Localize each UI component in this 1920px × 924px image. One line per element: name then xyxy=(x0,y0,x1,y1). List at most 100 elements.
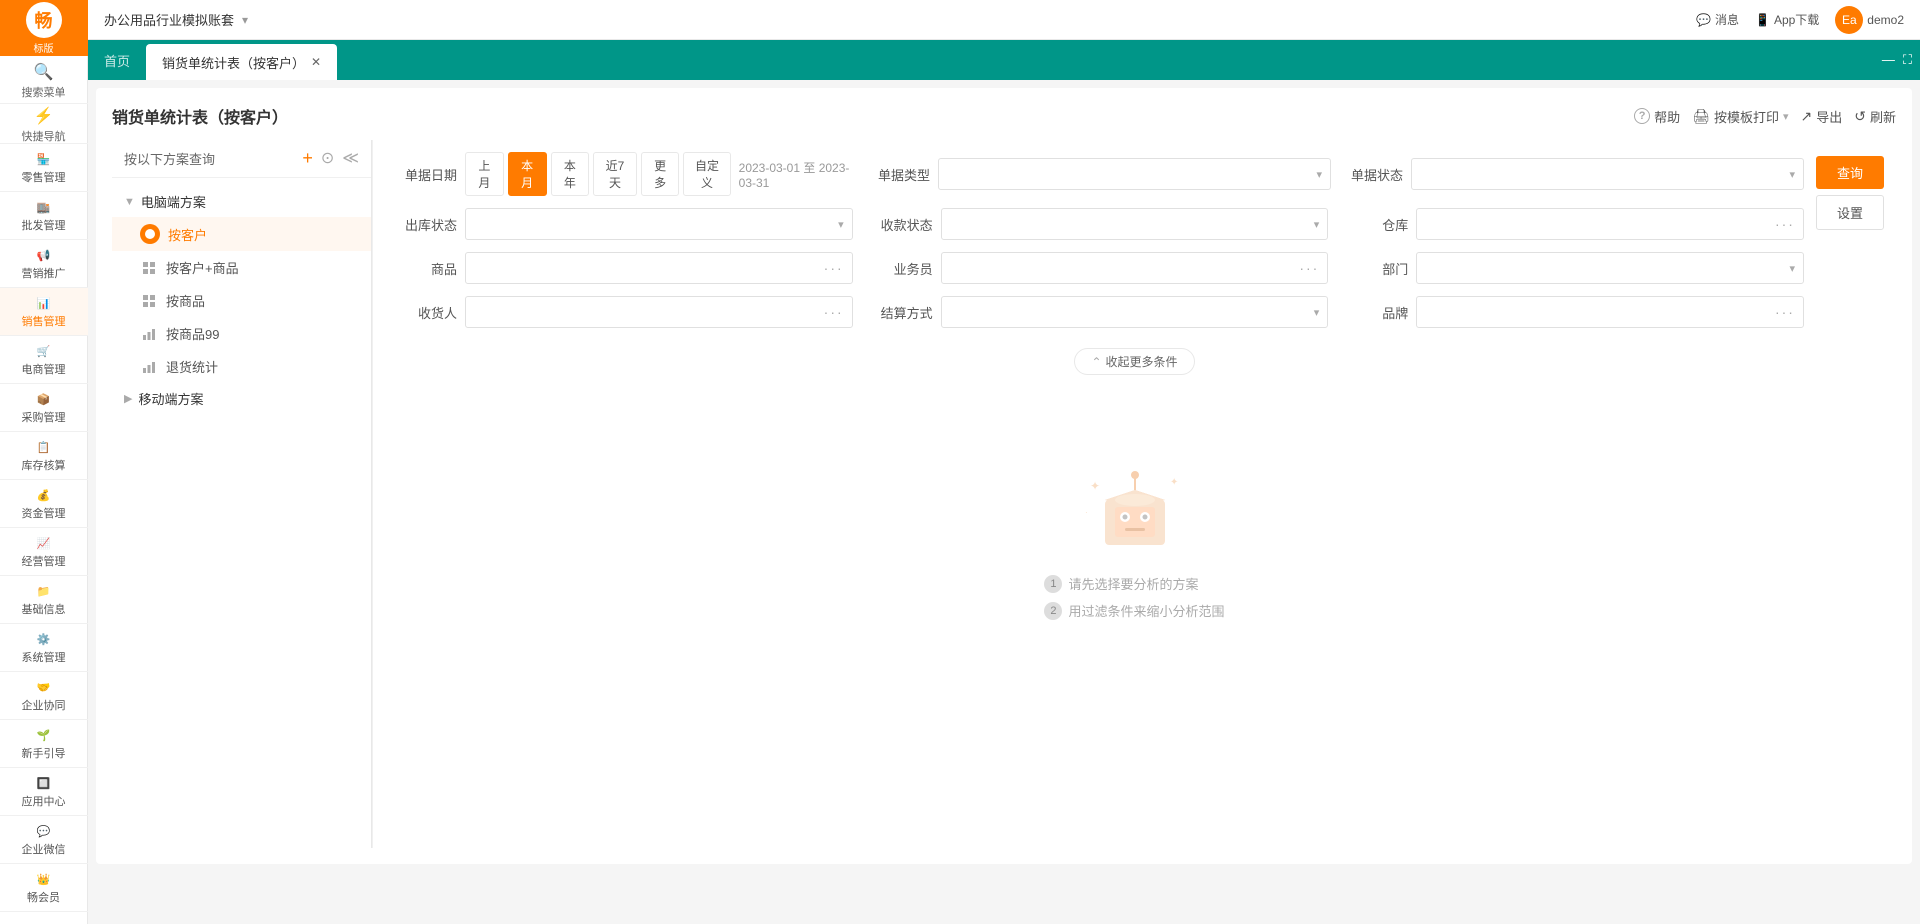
wholesale-label: 批发管理 xyxy=(22,217,66,233)
tab-close-icon[interactable]: ✕ xyxy=(311,55,321,69)
tab-sales-stats[interactable]: 销货单统计表（按客户） ✕ xyxy=(146,44,337,80)
refresh-button[interactable]: ↺ 刷新 xyxy=(1854,107,1896,126)
warehouse-dots: ··· xyxy=(1775,216,1795,232)
empty-tip-2: 2 用过滤条件来缩小分析范围 xyxy=(1044,601,1224,620)
nav-icon: ⚡ xyxy=(34,106,54,126)
sidebar-search[interactable]: 🔍 搜索菜单 xyxy=(0,56,88,104)
date-btn-more[interactable]: 更多 xyxy=(641,152,680,196)
empty-tip-1-text: 请先选择要分析的方案 xyxy=(1068,574,1198,593)
tree-section: ▼ 电脑端方案 按客户 xyxy=(112,178,371,422)
doc-status-label: 单据状态 xyxy=(1331,165,1411,184)
system-icon: ⚙️ xyxy=(37,633,51,646)
empty-illustration: ✦ ✦ · xyxy=(1075,455,1195,558)
sidebar-item-apps[interactable]: 🔲 应用中心 xyxy=(0,768,88,816)
department-arrow: ▾ xyxy=(1789,262,1795,275)
product-select[interactable]: ··· xyxy=(465,252,853,284)
tree-group-mobile-header[interactable]: ▶ 移动端方案 xyxy=(112,383,371,414)
doc-type-select[interactable]: ▾ xyxy=(938,158,1331,190)
tree-item-return-stats[interactable]: 退货统计 xyxy=(112,350,371,383)
sidebar-item-enterprise[interactable]: 🤝 企业协同 xyxy=(0,672,88,720)
tree-mobile-expand-icon: ▶ xyxy=(124,392,132,405)
svg-text:✦: ✦ xyxy=(1170,477,1178,488)
tree-item-by-customer[interactable]: 按客户 xyxy=(112,217,371,251)
brand-select[interactable]: ··· xyxy=(1416,296,1804,328)
date-btn-last-month[interactable]: 上月 xyxy=(465,152,504,196)
sidebar-item-retail[interactable]: 🏪 零售管理 xyxy=(0,144,88,192)
tree-item-by-product[interactable]: 按商品 xyxy=(112,284,371,317)
search-icon: 🔍 xyxy=(34,62,54,82)
add-scheme-button[interactable]: + xyxy=(302,148,313,169)
warehouse-select[interactable]: ··· xyxy=(1416,208,1804,240)
sidebar-item-marketing[interactable]: 📢 营销推广 xyxy=(0,240,88,288)
date-btn-last7[interactable]: 近7天 xyxy=(593,152,636,196)
app-download-button[interactable]: 📱 App下载 xyxy=(1755,11,1819,28)
sidebar-item-system[interactable]: ⚙️ 系统管理 xyxy=(0,624,88,672)
message-button[interactable]: 💬 消息 xyxy=(1696,11,1739,28)
sidebar-item-purchase[interactable]: 📦 采购管理 xyxy=(0,384,88,432)
tree-group-mobile-label: 移动端方案 xyxy=(138,389,203,408)
collapse-button[interactable]: ⌃ 收起更多条件 xyxy=(1074,348,1194,375)
enterprise-label: 企业协同 xyxy=(22,697,66,713)
search-label: 搜索菜单 xyxy=(22,84,66,100)
user-profile[interactable]: Ea demo2 xyxy=(1835,6,1904,34)
settlement-arrow: ▾ xyxy=(1314,306,1320,319)
filter-row-4: 收货人 ··· 结算方式 xyxy=(385,296,1804,328)
sidebar-item-wholesale[interactable]: 🏬 批发管理 xyxy=(0,192,88,240)
sidebar-item-sales[interactable]: 📊 销售管理 xyxy=(0,288,88,336)
brand-dots: ··· xyxy=(1775,304,1795,320)
sidebar-item-inventory[interactable]: 📋 库存核算 xyxy=(0,432,88,480)
help-button[interactable]: ? 帮助 xyxy=(1634,107,1680,126)
settings-button[interactable]: 设置 xyxy=(1816,195,1884,230)
receiver-label: 收货人 xyxy=(385,303,465,322)
shipment-select[interactable]: ▾ xyxy=(465,208,853,240)
export-button[interactable]: ↗ 导出 xyxy=(1801,107,1843,126)
sidebar-item-ecommerce[interactable]: 🛒 电商管理 xyxy=(0,336,88,384)
settlement-select[interactable]: ▾ xyxy=(941,296,1329,328)
query-button[interactable]: 查询 xyxy=(1816,156,1884,189)
refresh-label: 刷新 xyxy=(1870,107,1896,126)
salesperson-select[interactable]: ··· xyxy=(941,252,1329,284)
date-btn-custom[interactable]: 自定义 xyxy=(683,152,730,196)
receiver-dots: ··· xyxy=(824,304,844,320)
nav-label: 快捷导航 xyxy=(22,128,66,144)
sidebar-item-basic[interactable]: 📁 基础信息 xyxy=(0,576,88,624)
date-btn-this-month[interactable]: 本月 xyxy=(508,152,547,196)
tab-home[interactable]: 首页 xyxy=(88,40,146,80)
enterprise-icon: 🤝 xyxy=(37,681,51,694)
wechat-icon: 💬 xyxy=(37,825,51,838)
filter-actions: 查询 设置 xyxy=(1804,152,1884,230)
sidebar-item-ops[interactable]: 📈 经营管理 xyxy=(0,528,88,576)
product-label: 商品 xyxy=(385,259,465,278)
tree-item-by-customer-product[interactable]: 按客户+商品 xyxy=(112,251,371,284)
warehouse-label: 仓库 xyxy=(1336,215,1416,234)
by-product-icon xyxy=(140,292,158,310)
filter-row-2: 出库状态 ▾ 收款状态 xyxy=(385,208,1804,240)
logo-subtext: 标版 xyxy=(34,40,54,55)
receiver-select[interactable]: ··· xyxy=(465,296,853,328)
department-select[interactable]: ▾ xyxy=(1416,252,1804,284)
export-label: 导出 xyxy=(1816,107,1842,126)
help-icon: ? xyxy=(1634,108,1650,124)
sidebar-item-wechat[interactable]: 💬 企业微信 xyxy=(0,816,88,864)
app-logo[interactable]: 畅 标版 xyxy=(0,0,88,56)
header-title: 办公用品行业模拟账套 xyxy=(104,10,234,29)
tree-item-by-product99[interactable]: 按商品99 xyxy=(112,317,371,350)
tab-maximize-icon[interactable]: ⛶ xyxy=(1903,52,1912,68)
department-control: ▾ xyxy=(1416,252,1804,284)
page-title: 销货单统计表（按客户） xyxy=(112,104,288,128)
tree-group-desktop-header[interactable]: ▼ 电脑端方案 xyxy=(112,186,371,217)
right-panel: 单据日期 上月 本月 本年 近7天 更多 自定义 xyxy=(373,140,1896,848)
date-btn-this-year[interactable]: 本年 xyxy=(551,152,590,196)
settings-scheme-button[interactable]: ⊙ xyxy=(321,148,334,169)
sidebar-item-finance[interactable]: 💰 资金管理 xyxy=(0,480,88,528)
sidebar-item-member[interactable]: 👑 畅会员 xyxy=(0,864,88,912)
header-dropdown[interactable]: ▾ xyxy=(242,13,248,27)
svg-text:✦: ✦ xyxy=(1090,479,1100,493)
collapse-panel-button[interactable]: ≪ xyxy=(342,148,359,169)
tab-minimize-icon[interactable]: — xyxy=(1882,52,1895,68)
doc-status-select[interactable]: ▾ xyxy=(1411,158,1804,190)
sidebar-item-newbie[interactable]: 🌱 新手引导 xyxy=(0,720,88,768)
sidebar-quick-nav[interactable]: ⚡ 快捷导航 xyxy=(0,104,88,144)
template-print-button[interactable]: 🖨 按模板打印 ▾ xyxy=(1692,107,1788,126)
receipt-select[interactable]: ▾ xyxy=(941,208,1329,240)
